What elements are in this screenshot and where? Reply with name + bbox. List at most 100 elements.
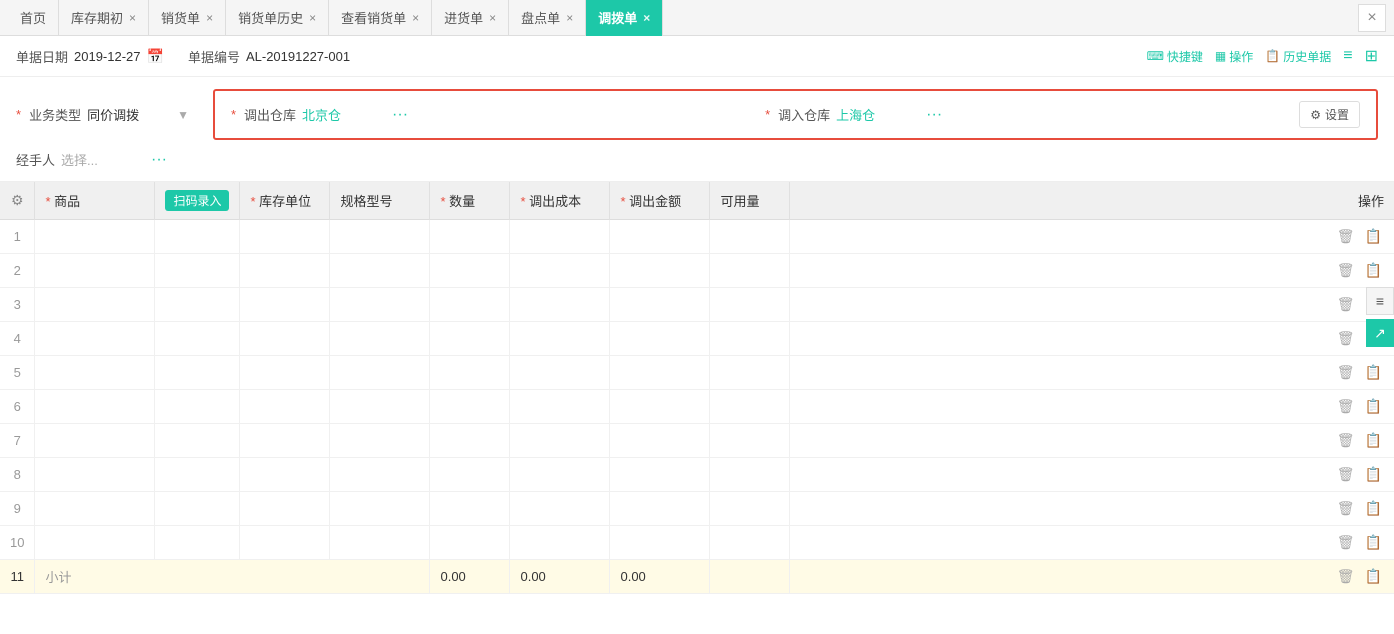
product-cell[interactable] <box>35 356 155 390</box>
spec-cell[interactable] <box>240 356 330 390</box>
side-export-button[interactable]: ↗ <box>1366 319 1394 347</box>
close-icon[interactable]: × <box>309 11 316 25</box>
transfer-amount-cell[interactable] <box>510 526 610 560</box>
spec-cell[interactable] <box>240 390 330 424</box>
source-warehouse-more[interactable]: ··· <box>392 106 408 124</box>
available-cell[interactable] <box>610 390 710 424</box>
list-view-button[interactable]: ≡ <box>1343 47 1352 65</box>
delete-icon[interactable]: 🗑 <box>1335 294 1357 315</box>
available-cell[interactable] <box>610 526 710 560</box>
history-button[interactable]: 📋 历史单据 <box>1265 48 1331 65</box>
quantity-cell[interactable] <box>330 424 430 458</box>
tab-sales-order[interactable]: 销货单 × <box>149 0 226 36</box>
transfer-amount-cell[interactable] <box>510 458 610 492</box>
target-warehouse-more[interactable]: ··· <box>926 106 942 124</box>
transfer-cost-cell[interactable] <box>430 220 510 254</box>
unit-cell[interactable] <box>155 322 240 356</box>
spec-cell[interactable] <box>240 458 330 492</box>
unit-cell[interactable] <box>155 356 240 390</box>
operations-button[interactable]: ▦ 操作 <box>1215 48 1253 65</box>
calendar-icon[interactable]: 📅 <box>147 48 164 65</box>
product-cell[interactable] <box>35 322 155 356</box>
available-cell[interactable] <box>610 492 710 526</box>
shortcuts-button[interactable]: ⌨ 快捷键 <box>1147 48 1203 65</box>
product-cell[interactable] <box>35 220 155 254</box>
available-cell[interactable] <box>610 458 710 492</box>
delete-icon[interactable]: 🗑 <box>1335 260 1357 281</box>
side-list-button[interactable]: ≡ <box>1366 287 1394 315</box>
transfer-cost-cell[interactable] <box>430 458 510 492</box>
transfer-cost-cell[interactable] <box>430 322 510 356</box>
available-cell[interactable] <box>610 322 710 356</box>
table-settings-icon[interactable]: ⚙ <box>11 192 24 208</box>
tab-inventory-init[interactable]: 库存期初 × <box>59 0 149 36</box>
available-cell[interactable] <box>610 288 710 322</box>
tab-inventory-check[interactable]: 盘点单 × <box>509 0 586 36</box>
transfer-amount-cell[interactable] <box>510 288 610 322</box>
unit-cell[interactable] <box>155 424 240 458</box>
handler-more[interactable]: ··· <box>151 151 167 169</box>
copy-icon[interactable]: 📋 <box>1363 566 1384 587</box>
delete-icon[interactable]: 🗑 <box>1335 226 1357 247</box>
transfer-amount-cell[interactable] <box>510 356 610 390</box>
close-icon[interactable]: × <box>129 11 136 25</box>
unit-cell[interactable] <box>155 220 240 254</box>
close-icon[interactable]: × <box>412 11 419 25</box>
quantity-cell[interactable] <box>330 458 430 492</box>
delete-icon[interactable]: 🗑 <box>1335 430 1357 451</box>
available-cell[interactable] <box>610 254 710 288</box>
unit-cell[interactable] <box>155 390 240 424</box>
tab-home[interactable]: 首页 <box>8 0 59 36</box>
spec-cell[interactable] <box>240 322 330 356</box>
delete-icon[interactable]: 🗑 <box>1335 532 1357 553</box>
target-warehouse-value[interactable]: 上海仓 <box>836 105 916 124</box>
tab-sales-history[interactable]: 销货单历史 × <box>226 0 329 36</box>
unit-cell[interactable] <box>155 492 240 526</box>
available-cell[interactable] <box>610 424 710 458</box>
delete-icon[interactable]: 🗑 <box>1335 464 1357 485</box>
delete-icon[interactable]: 🗑 <box>1335 566 1357 587</box>
delete-icon[interactable]: 🗑 <box>1335 498 1357 519</box>
transfer-cost-cell[interactable] <box>430 288 510 322</box>
product-cell[interactable] <box>35 526 155 560</box>
unit-cell[interactable] <box>155 458 240 492</box>
copy-icon[interactable]: 📋 <box>1363 498 1384 519</box>
copy-icon[interactable]: 📋 <box>1363 532 1384 553</box>
transfer-cost-cell[interactable] <box>430 254 510 288</box>
spec-cell[interactable] <box>240 492 330 526</box>
close-icon[interactable]: × <box>489 11 496 25</box>
product-cell[interactable] <box>35 288 155 322</box>
scan-button[interactable]: 扫码录入 <box>165 190 229 211</box>
quantity-cell[interactable] <box>330 322 430 356</box>
copy-icon[interactable]: 📋 <box>1363 260 1384 281</box>
transfer-cost-cell[interactable] <box>430 526 510 560</box>
grid-view-button[interactable]: ⊞ <box>1365 46 1378 66</box>
unit-cell[interactable] <box>155 288 240 322</box>
spec-cell[interactable] <box>240 288 330 322</box>
transfer-amount-cell[interactable] <box>510 390 610 424</box>
unit-cell[interactable] <box>155 254 240 288</box>
copy-icon[interactable]: 📋 <box>1363 226 1384 247</box>
quantity-cell[interactable] <box>330 288 430 322</box>
tab-purchase-order[interactable]: 进货单 × <box>432 0 509 36</box>
transfer-amount-cell[interactable] <box>510 492 610 526</box>
quantity-cell[interactable] <box>330 220 430 254</box>
quantity-cell[interactable] <box>330 254 430 288</box>
close-icon-active[interactable]: × <box>643 11 650 25</box>
window-close-button[interactable]: × <box>1358 4 1386 32</box>
transfer-cost-cell[interactable] <box>430 390 510 424</box>
spec-cell[interactable] <box>240 526 330 560</box>
product-cell[interactable] <box>35 492 155 526</box>
copy-icon[interactable]: 📋 <box>1363 464 1384 485</box>
product-cell[interactable] <box>35 458 155 492</box>
delete-icon[interactable]: 🗑 <box>1335 396 1357 417</box>
spec-cell[interactable] <box>240 254 330 288</box>
copy-icon[interactable]: 📋 <box>1363 430 1384 451</box>
transfer-amount-cell[interactable] <box>510 322 610 356</box>
handler-placeholder[interactable]: 选择... <box>61 150 141 169</box>
transfer-amount-cell[interactable] <box>510 424 610 458</box>
available-cell[interactable] <box>610 356 710 390</box>
delete-icon[interactable]: 🗑 <box>1335 328 1357 349</box>
settings-button[interactable]: ⚙ 设置 <box>1299 101 1360 128</box>
quantity-cell[interactable] <box>330 526 430 560</box>
